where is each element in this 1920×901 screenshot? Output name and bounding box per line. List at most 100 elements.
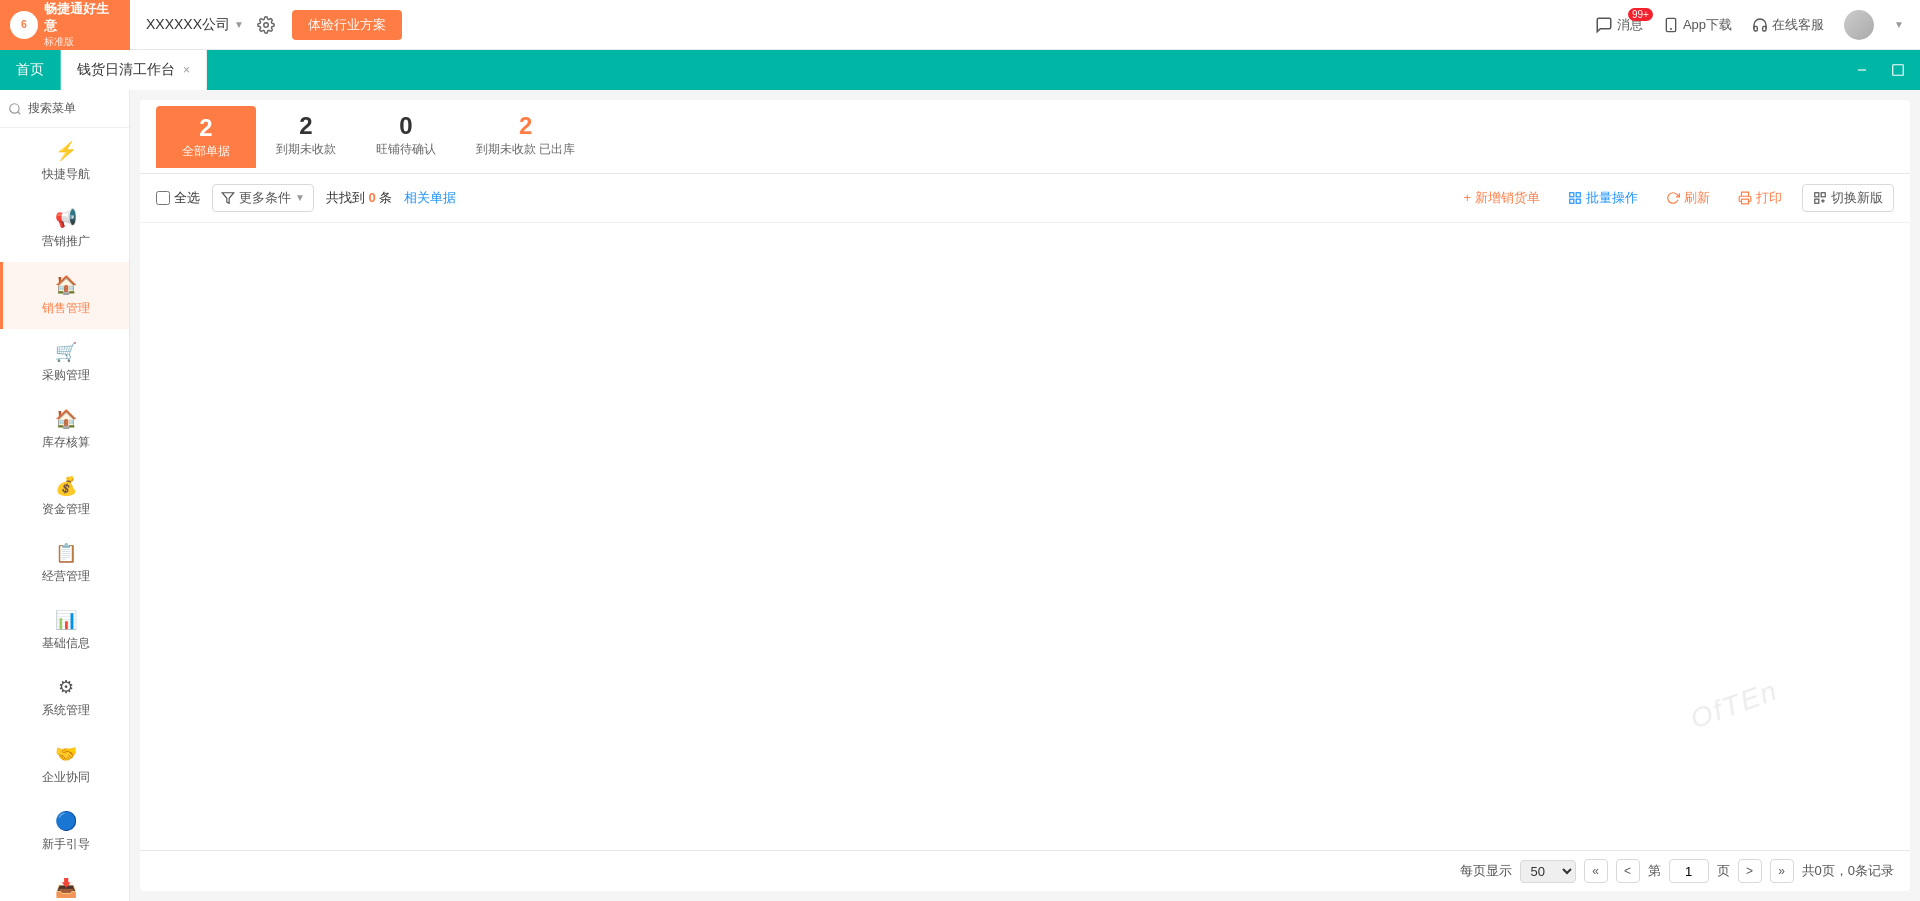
content-inner: 2 全部单据 2 到期未收款 0 旺铺待确认 2 到期未收款 已出库 bbox=[140, 100, 1910, 891]
refresh-button[interactable]: 刷新 bbox=[1658, 185, 1718, 211]
more-filter-button[interactable]: 更多条件 ▼ bbox=[212, 184, 314, 212]
company-selector[interactable]: XXXXXX公司 ▼ bbox=[146, 16, 244, 34]
sidebar-item-basic-info[interactable]: 📊 基础信息 bbox=[0, 597, 129, 664]
stats-tab-overdue-label: 到期未收款 bbox=[276, 141, 336, 158]
tabbar-right-controls bbox=[1848, 56, 1920, 84]
sidebar-item-purchase-label: 采购管理 bbox=[42, 367, 90, 384]
toolbar-right: + 新增销货单 批量操作 刷新 打印 bbox=[1455, 184, 1894, 212]
sidebar-item-enterprise[interactable]: 🤝 企业协同 bbox=[0, 731, 129, 798]
select-all-checkbox[interactable]: 全选 bbox=[156, 189, 200, 207]
online-service-button[interactable]: 在线客服 bbox=[1752, 16, 1824, 34]
tabbar: 首页 钱货日清工作台 × bbox=[0, 50, 1920, 90]
sidebar-item-operations[interactable]: 📋 经营管理 bbox=[0, 530, 129, 597]
purchase-icon: 🛒 bbox=[55, 341, 77, 363]
batch-label: 批量操作 bbox=[1586, 189, 1638, 207]
last-page-button[interactable]: » bbox=[1770, 859, 1794, 883]
add-label: 新增销货单 bbox=[1475, 189, 1540, 207]
per-page-label: 每页显示 bbox=[1460, 862, 1512, 880]
sidebar-item-inventory[interactable]: 🏠 库存核算 bbox=[0, 396, 129, 463]
company-name: XXXXXX公司 bbox=[146, 16, 230, 34]
operations-icon: 📋 bbox=[55, 542, 77, 564]
found-count: 0 bbox=[369, 190, 376, 205]
window-maximize-button[interactable] bbox=[1884, 56, 1912, 84]
svg-rect-12 bbox=[1570, 199, 1574, 203]
add-icon: + bbox=[1463, 190, 1471, 205]
switch-new-version-button[interactable]: 切换新版 bbox=[1802, 184, 1894, 212]
di-word: 第 bbox=[1648, 862, 1661, 880]
svg-rect-14 bbox=[1742, 199, 1749, 204]
add-sales-order-button[interactable]: + 新增销货单 bbox=[1455, 185, 1548, 211]
sidebar-item-purchase[interactable]: 🛒 采购管理 bbox=[0, 329, 129, 396]
stats-tab-overdue-shipped-num: 2 bbox=[519, 112, 532, 141]
svg-point-7 bbox=[10, 103, 19, 112]
user-name[interactable]: ▼ bbox=[1894, 19, 1904, 30]
svg-rect-10 bbox=[1570, 193, 1574, 197]
window-minimize-button[interactable] bbox=[1848, 56, 1876, 84]
new-guide-icon: 🔵 bbox=[55, 810, 77, 832]
tab-label: 钱货日清工作台 bbox=[77, 61, 175, 79]
app-download-label: App下载 bbox=[1683, 16, 1732, 34]
sidebar-search[interactable]: 搜索菜单 bbox=[0, 90, 129, 128]
first-page-button[interactable]: « bbox=[1584, 859, 1608, 883]
next-page-button[interactable]: > bbox=[1738, 859, 1762, 883]
stats-tab-pending-label: 旺铺待确认 bbox=[376, 141, 436, 158]
sidebar-item-new-guide-label: 新手引导 bbox=[42, 836, 90, 853]
app-download-button[interactable]: App下载 bbox=[1663, 16, 1732, 34]
sidebar-item-inventory-label: 库存核算 bbox=[42, 434, 90, 451]
page-summary: 共0页，0条记录 bbox=[1802, 862, 1894, 880]
avatar[interactable] bbox=[1844, 10, 1874, 40]
table-area bbox=[140, 223, 1910, 850]
pagination-footer: 每页显示 50 10 20 100 « < 第 页 > » 共0页，0条记录 bbox=[140, 850, 1910, 891]
topbar-right: 消息 99+ App下载 在线客服 ▼ bbox=[1595, 10, 1904, 40]
content-area: 2 全部单据 2 到期未收款 0 旺铺待确认 2 到期未收款 已出库 bbox=[130, 90, 1920, 901]
refresh-label: 刷新 bbox=[1684, 189, 1710, 207]
page-size-select[interactable]: 50 10 20 100 bbox=[1520, 860, 1576, 883]
tab-home[interactable]: 首页 bbox=[0, 50, 61, 90]
inventory-icon: 🏠 bbox=[55, 408, 77, 430]
svg-point-2 bbox=[264, 22, 269, 27]
trial-button[interactable]: 体验行业方案 bbox=[292, 10, 402, 40]
sidebar-item-sales[interactable]: 🏠 销售管理 bbox=[0, 262, 129, 329]
basic-info-icon: 📊 bbox=[55, 609, 77, 631]
filter-dropdown-arrow: ▼ bbox=[295, 192, 305, 203]
stats-tab-overdue-shipped[interactable]: 2 到期未收款 已出库 bbox=[456, 100, 595, 173]
sidebar-item-quick-nav[interactable]: ⚡ 快捷导航 bbox=[0, 128, 129, 195]
tab-close-button[interactable]: × bbox=[183, 64, 190, 76]
stats-tab-all[interactable]: 2 全部单据 bbox=[156, 106, 256, 168]
online-service-label: 在线客服 bbox=[1772, 16, 1824, 34]
logo-icon: 6 bbox=[10, 11, 38, 39]
select-all-label: 全选 bbox=[174, 189, 200, 207]
sidebar-item-system[interactable]: ⚙ 系统管理 bbox=[0, 664, 129, 731]
svg-text:6: 6 bbox=[21, 18, 27, 30]
sidebar-item-marketing-label: 营销推广 bbox=[42, 233, 90, 250]
svg-rect-6 bbox=[1893, 65, 1904, 76]
svg-marker-9 bbox=[222, 193, 234, 204]
stats-tab-pending[interactable]: 0 旺铺待确认 bbox=[356, 100, 456, 173]
stats-tab-overdue[interactable]: 2 到期未收款 bbox=[256, 100, 356, 173]
prev-page-button[interactable]: < bbox=[1616, 859, 1640, 883]
related-link[interactable]: 相关单据 bbox=[404, 189, 456, 207]
sidebar-item-basic-info-label: 基础信息 bbox=[42, 635, 90, 652]
logo-main-text: 畅捷通好生意 bbox=[44, 1, 120, 35]
message-badge: 99+ bbox=[1628, 8, 1653, 21]
system-icon: ⚙ bbox=[58, 676, 74, 698]
tab-qianhuoqingzuotai[interactable]: 钱货日清工作台 × bbox=[61, 50, 207, 90]
logo-sub-text: 标准版 bbox=[44, 35, 120, 48]
current-page-input[interactable] bbox=[1669, 859, 1709, 883]
sidebar-item-quick-nav-label: 快捷导航 bbox=[42, 166, 90, 183]
sidebar-item-finance[interactable]: 💰 资金管理 bbox=[0, 463, 129, 530]
message-button[interactable]: 消息 99+ bbox=[1595, 16, 1643, 34]
svg-rect-16 bbox=[1821, 193, 1825, 197]
sidebar-item-new-guide[interactable]: 🔵 新手引导 bbox=[0, 798, 129, 865]
company-dropdown-arrow: ▼ bbox=[234, 19, 244, 30]
main-layout: 搜索菜单 ⚡ 快捷导航 📢 营销推广 🏠 销售管理 🛒 采购管理 🏠 库存核算 … bbox=[0, 90, 1920, 901]
svg-rect-17 bbox=[1815, 199, 1819, 203]
svg-rect-15 bbox=[1815, 193, 1819, 197]
sidebar-item-app-center[interactable]: 📥 应用中心 bbox=[0, 865, 129, 901]
sidebar-item-marketing[interactable]: 📢 营销推广 bbox=[0, 195, 129, 262]
print-button[interactable]: 打印 bbox=[1730, 185, 1790, 211]
settings-button[interactable] bbox=[252, 11, 280, 39]
sidebar-item-enterprise-label: 企业协同 bbox=[42, 769, 90, 786]
batch-operation-button[interactable]: 批量操作 bbox=[1560, 185, 1646, 211]
select-all-input[interactable] bbox=[156, 191, 170, 205]
